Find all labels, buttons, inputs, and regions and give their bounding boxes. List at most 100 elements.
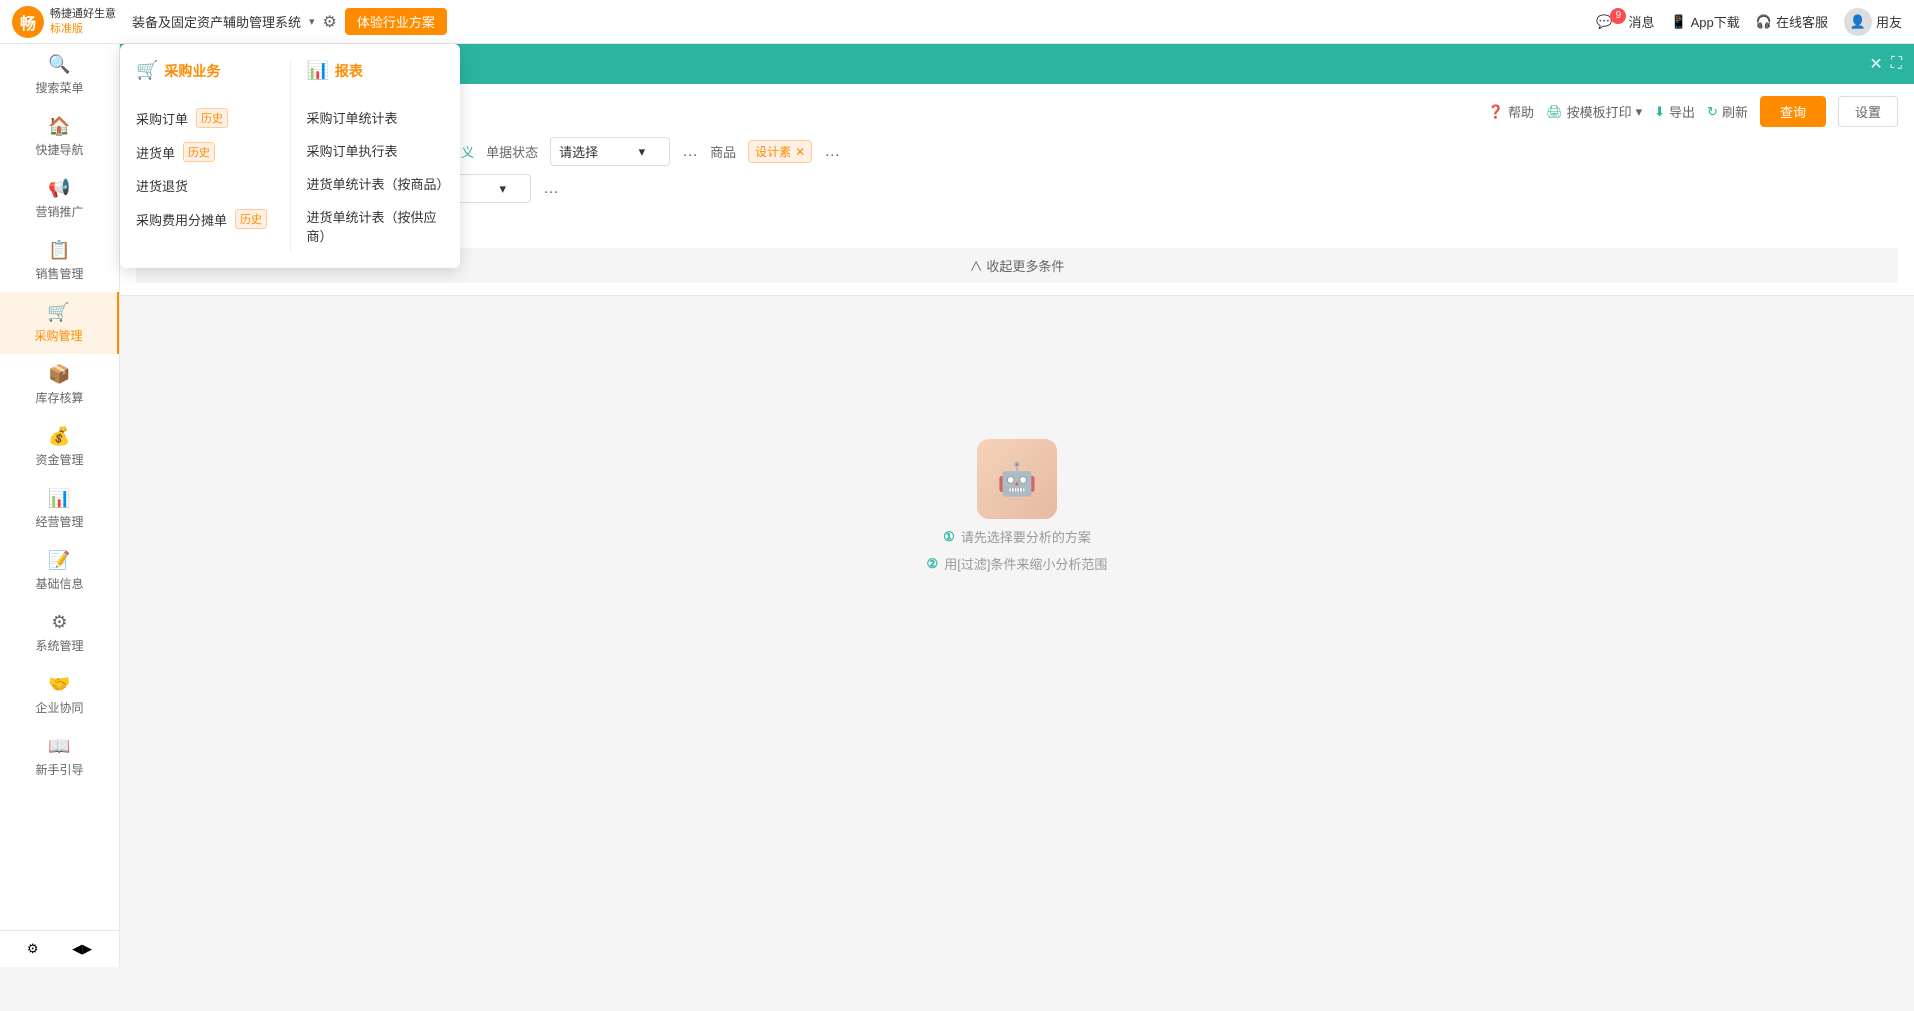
sidebar-collapse-icon[interactable]: ◀▶ [72, 941, 92, 957]
sidebar-item-finance[interactable]: 💰 资金管理 [0, 416, 119, 478]
messages-label: 消息 [1628, 12, 1654, 31]
help-button[interactable]: ❓ 帮助 [1488, 102, 1534, 121]
sidebar-item-basic-info[interactable]: 📝 基础信息 [0, 540, 119, 602]
dropdown-divider [290, 60, 291, 252]
purchase-business-label: 采购业务 [164, 61, 220, 81]
sidebar-label-inventory: 库存核算 [35, 389, 83, 406]
user-label: 用友 [1876, 12, 1902, 31]
hint2-num: ② [927, 556, 939, 572]
salesperson-dropdown-icon: ▾ [500, 181, 507, 197]
sidebar-item-operations[interactable]: 📊 经营管理 [0, 478, 119, 540]
sales-icon: 📋 [48, 240, 70, 261]
hint1-text: 请先选择要分析的方案 [961, 527, 1091, 546]
sidebar-item-system[interactable]: ⚙ 系统管理 [0, 602, 119, 664]
sidebar-label-finance: 资金管理 [35, 451, 83, 468]
finance-icon: 💰 [48, 426, 70, 447]
purchase-return-label: 进货退货 [136, 176, 188, 195]
top-bar-right: 💬 9 消息 📱 App下载 🎧 在线客服 👤 用友 [1596, 8, 1902, 36]
sidebar-item-marketing[interactable]: 📢 营销推广 [0, 168, 119, 230]
print-template-button[interactable]: 🖨 按模板打印 ▾ [1546, 102, 1642, 121]
sidebar-bottom: ⚙ ◀▶ [0, 930, 119, 967]
goods-label: 商品 [710, 142, 736, 161]
salesperson-more[interactable]: … [543, 180, 559, 198]
goods-tag-close[interactable]: ✕ [795, 145, 805, 159]
voucher-status-select[interactable]: 请选择 ▾ [550, 137, 670, 166]
help-icon: ❓ [1488, 104, 1504, 120]
print-label: 按模板打印 [1567, 102, 1632, 121]
collapse-text: 收起更多条件 [986, 259, 1064, 274]
purchase-order-exec-item[interactable]: 采购订单执行表 [307, 134, 445, 167]
refresh-icon: ↻ [1707, 104, 1718, 120]
goods-tag-text: 设计素 [755, 143, 791, 160]
inventory-icon: 📦 [48, 364, 70, 385]
empty-hint-1: ① 请先选择要分析的方案 [943, 527, 1091, 546]
sidebar-item-inventory[interactable]: 📦 库存核算 [0, 354, 119, 416]
purchase-order-stats-item[interactable]: 采购订单统计表 [307, 101, 445, 134]
sidebar-item-purchase[interactable]: 🛒 采购管理 [0, 292, 119, 354]
home-icon: 🏠 [48, 116, 70, 137]
query-button[interactable]: 查询 [1760, 96, 1826, 127]
sidebar-label-cooperation: 企业协同 [35, 699, 83, 716]
purchase-order-stats-label: 采购订单统计表 [307, 108, 398, 127]
purchase-section-icon: 🛒 [136, 60, 158, 81]
purchase-supplier-stats-item[interactable]: 进货单统计表（按供应商） [307, 200, 445, 252]
purchase-expense-hist: 历史 [235, 209, 267, 229]
voucher-status-more[interactable]: … [682, 143, 698, 161]
purchase-expense-item[interactable]: 采购费用分摊单 历史 [136, 202, 274, 236]
system-icon: ⚙ [51, 612, 67, 633]
purchase-dropdown-menu: 🛒 采购业务 采购订单 历史 进货单 历史 进货退货 采购费用分摊单 历史 📊 … [120, 44, 460, 268]
hint2-text: 用[过滤]条件来缩小分析范围 [944, 554, 1107, 573]
sidebar-label-quick-nav: 快捷导航 [35, 141, 83, 158]
export-button[interactable]: ⬇ 导出 [1654, 102, 1695, 121]
sidebar-item-guide[interactable]: 📖 新手引导 [0, 726, 119, 788]
sidebar-item-cooperation[interactable]: 🤝 企业协同 [0, 664, 119, 726]
cooperation-icon: 🤝 [48, 674, 70, 695]
top-bar-middle: 装备及固定资产辅助管理系统 ▾ ⚙ 体验行业方案 [132, 8, 1596, 35]
purchase-order-exec-label: 采购订单执行表 [307, 141, 398, 160]
app-download-button[interactable]: 📱 App下载 [1670, 12, 1739, 31]
empty-hint-2: ② 用[过滤]条件来缩小分析范围 [927, 554, 1108, 573]
sidebar-label-guide: 新手引导 [35, 761, 83, 778]
refresh-button[interactable]: ↻ 刷新 [1707, 102, 1748, 121]
voucher-status-label: 单据状态 [486, 142, 538, 161]
purchase-goods-stats-item[interactable]: 进货单统计表（按商品） [307, 167, 445, 200]
purchase-report-title: 📊 报表 [307, 60, 445, 89]
goods-tag: 设计素 ✕ [748, 140, 812, 163]
purchase-receipt-item[interactable]: 进货单 历史 [136, 135, 274, 169]
purchase-receipt-label: 进货单 [136, 143, 175, 162]
collapse-icon: ∧ [970, 259, 983, 274]
search-icon: 🔍 [48, 54, 70, 75]
settings-icon[interactable]: ⚙ [323, 12, 337, 32]
purchase-order-item[interactable]: 采购订单 历史 [136, 101, 274, 135]
messages-button[interactable]: 💬 9 消息 [1596, 12, 1654, 31]
sidebar-label-sales: 销售管理 [35, 265, 83, 282]
empty-illustration: 🤖 [957, 419, 1077, 519]
tab-close-window-icon[interactable]: ✕ [1869, 54, 1882, 74]
sidebar-settings-icon[interactable]: ⚙ [27, 941, 39, 957]
purchase-receipt-hist: 历史 [183, 142, 215, 162]
purchase-return-item[interactable]: 进货退货 [136, 169, 274, 202]
online-service-button[interactable]: 🎧 在线客服 [1756, 12, 1828, 31]
operations-icon: 📊 [48, 488, 70, 509]
purchase-business-section: 🛒 采购业务 采购订单 历史 进货单 历史 进货退货 采购费用分摊单 历史 [136, 60, 274, 252]
user-menu[interactable]: 👤 用友 [1844, 8, 1902, 36]
settings-button[interactable]: 设置 [1838, 96, 1898, 127]
app-download-label: App下载 [1691, 12, 1740, 31]
tab-expand-icon[interactable]: ⛶ [1891, 55, 1902, 73]
purchase-order-hist: 历史 [196, 108, 228, 128]
sidebar-item-quick-nav[interactable]: 🏠 快捷导航 [0, 106, 119, 168]
phone-icon: 📱 [1670, 14, 1686, 30]
title-dropdown-icon[interactable]: ▾ [309, 15, 315, 28]
user-avatar: 👤 [1844, 8, 1872, 36]
sidebar-item-search[interactable]: 🔍 搜索菜单 [0, 44, 119, 106]
marketing-icon: 📢 [48, 178, 70, 199]
online-service-label: 在线客服 [1776, 12, 1828, 31]
purchase-goods-stats-label: 进货单统计表（按商品） [307, 174, 445, 193]
purchase-expense-label: 采购费用分摊单 [136, 210, 227, 229]
industry-button[interactable]: 体验行业方案 [345, 8, 447, 35]
sidebar-label-purchase: 采购管理 [34, 327, 82, 344]
goods-more[interactable]: … [824, 143, 840, 161]
sidebar-item-sales[interactable]: 📋 销售管理 [0, 230, 119, 292]
system-title: 装备及固定资产辅助管理系统 [132, 12, 301, 31]
sidebar-label-operations: 经营管理 [35, 513, 83, 530]
